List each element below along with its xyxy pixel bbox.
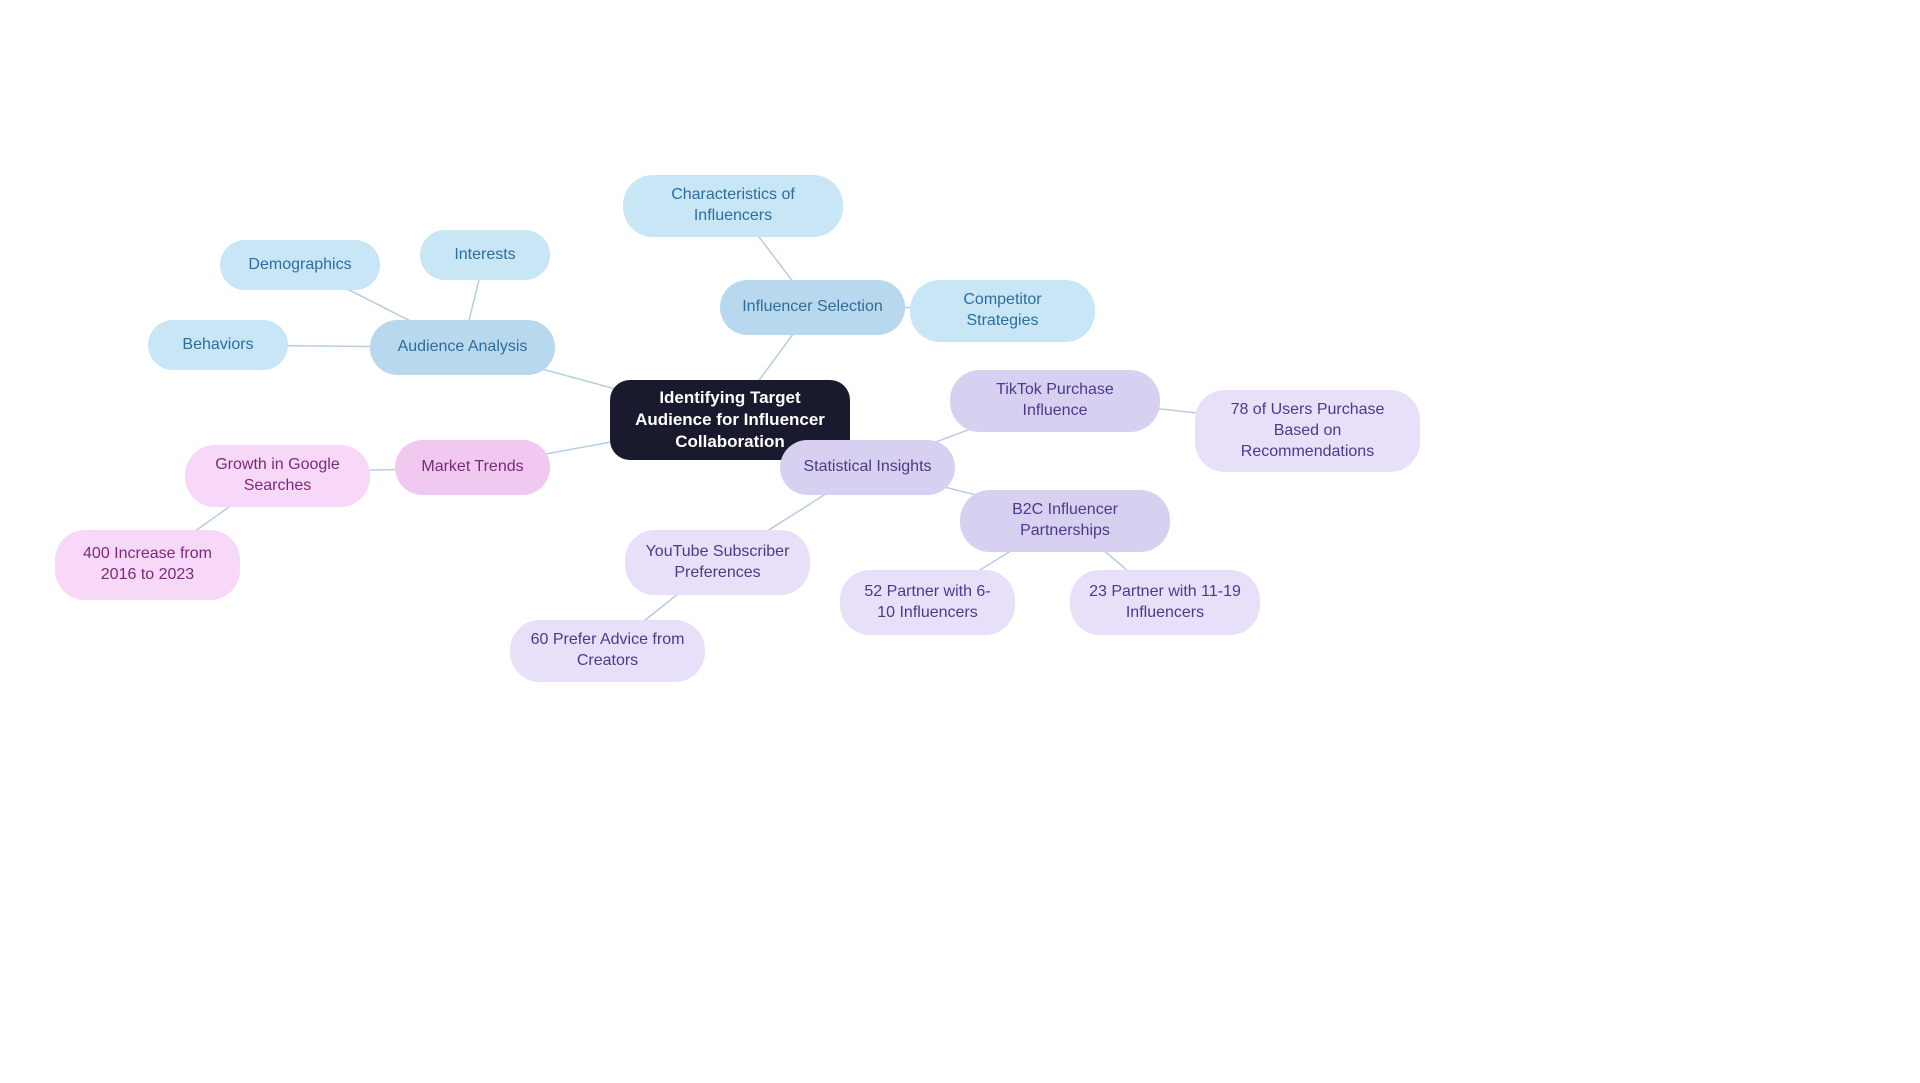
node-market_trends: Market Trends [395,440,550,495]
node-youtube_subscriber: YouTube Subscriber Preferences [625,530,810,595]
node-four_hundred: 400 Increase from 2016 to 2023 [55,530,240,600]
node-demographics: Demographics [220,240,380,290]
connections-svg [0,0,1920,1083]
node-behaviors: Behaviors [148,320,288,370]
mindmap-container: Identifying Target Audience for Influenc… [0,0,1920,1083]
node-growth_google: Growth in Google Searches [185,445,370,507]
node-influencer_selection: Influencer Selection [720,280,905,335]
node-23_partner: 23 Partner with 11-19 Influencers [1070,570,1260,635]
node-audience_analysis: Audience Analysis [370,320,555,375]
node-characteristics: Characteristics of Influencers [623,175,843,237]
node-tiktok: TikTok Purchase Influence [950,370,1160,432]
node-statistical_insights: Statistical Insights [780,440,955,495]
node-prefer_advice: 60 Prefer Advice from Creators [510,620,705,682]
node-competitor_strategies: Competitor Strategies [910,280,1095,342]
node-52_partner: 52 Partner with 6-10 Influencers [840,570,1015,635]
node-interests: Interests [420,230,550,280]
node-78_users: 78 of Users Purchase Based on Recommenda… [1195,390,1420,472]
node-b2c: B2C Influencer Partnerships [960,490,1170,552]
